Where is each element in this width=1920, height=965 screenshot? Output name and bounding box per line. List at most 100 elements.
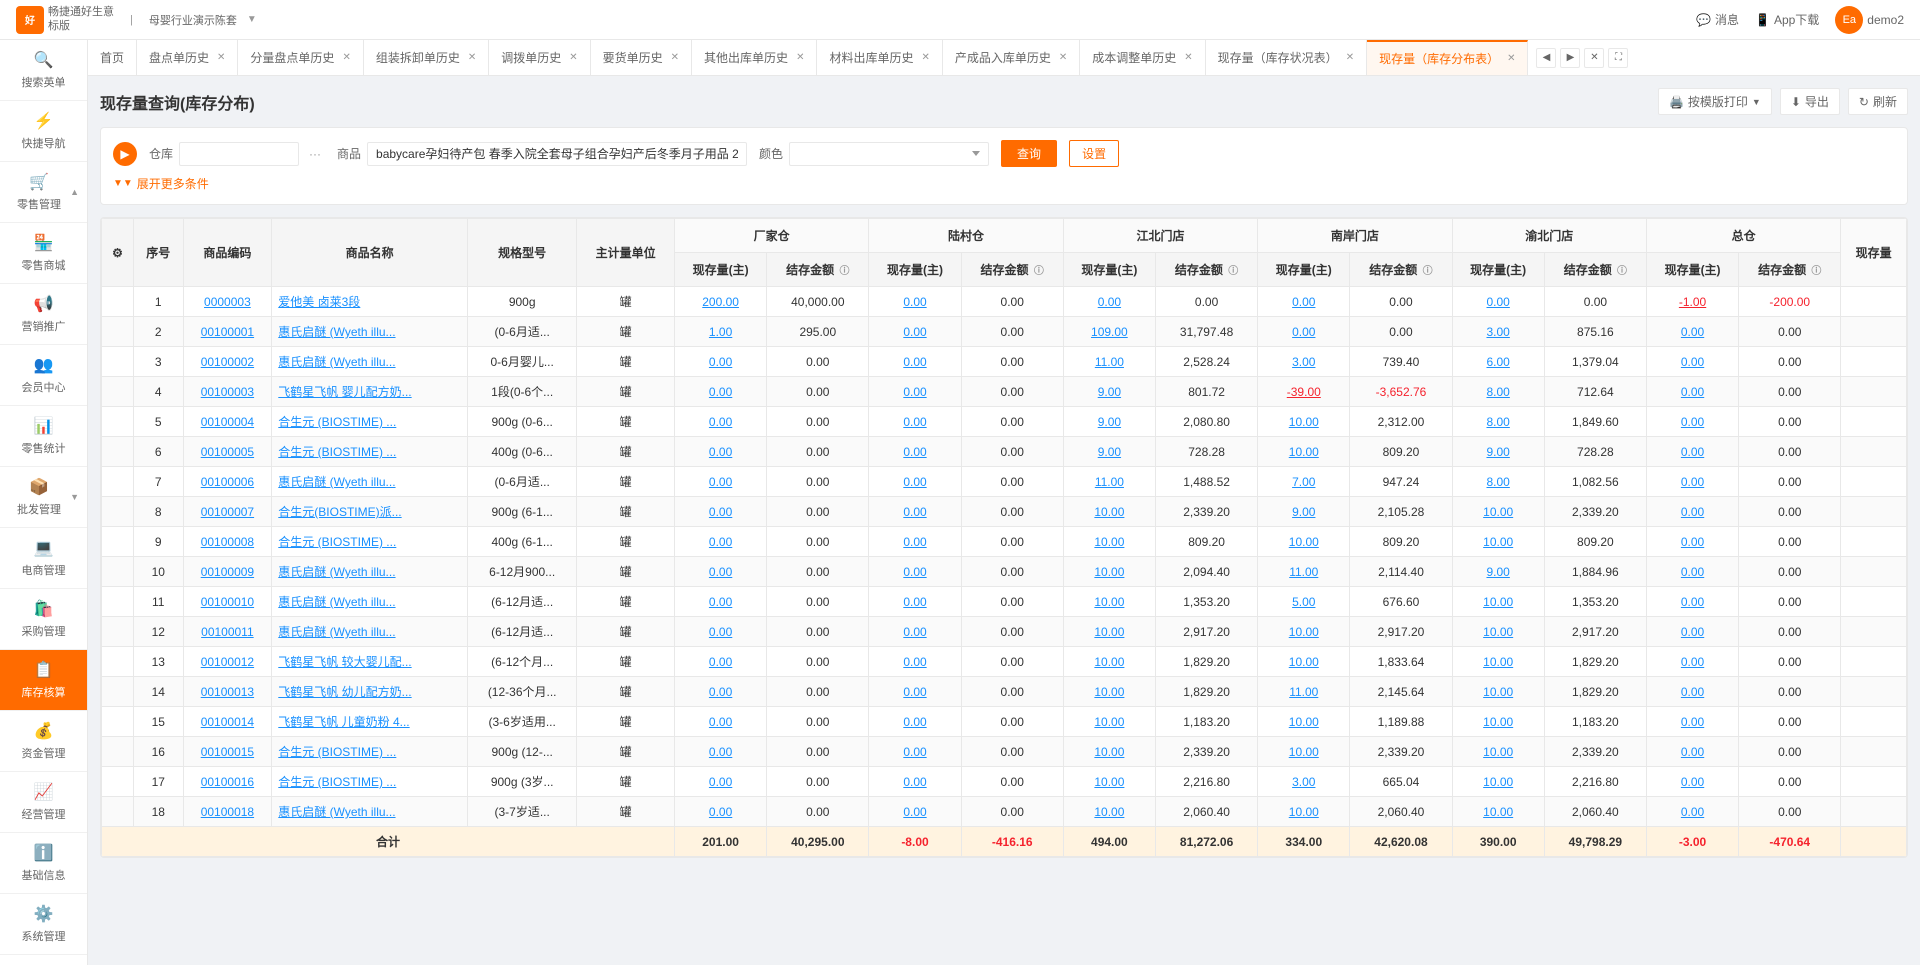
td-name[interactable]: 惠氏启醚 (Wyeth illu... bbox=[272, 347, 468, 377]
td-factory-qty[interactable]: 0.00 bbox=[674, 617, 766, 647]
td-total-qty[interactable]: 0.00 bbox=[1646, 617, 1738, 647]
td-name[interactable]: 合生元 (BIOSTIME) ... bbox=[272, 767, 468, 797]
td-factory-qty[interactable]: 0.00 bbox=[674, 527, 766, 557]
tab-fullscreen-btn[interactable]: ⛶ bbox=[1608, 48, 1628, 68]
td-name[interactable]: 合生元 (BIOSTIME) ... bbox=[272, 527, 468, 557]
td-name[interactable]: 合生元 (BIOSTIME) ... bbox=[272, 737, 468, 767]
td-code[interactable]: 0000003 bbox=[183, 287, 272, 317]
td-name[interactable]: 爱他美 卤莱3段 bbox=[272, 287, 468, 317]
td-code[interactable]: 00100009 bbox=[183, 557, 272, 587]
td-nanan-qty[interactable]: 10.00 bbox=[1258, 797, 1350, 827]
sidebar-item-search[interactable]: 🔍 搜索英单 bbox=[0, 40, 87, 101]
td-code[interactable]: 00100010 bbox=[183, 587, 272, 617]
th-settings[interactable]: ⚙ bbox=[102, 219, 134, 287]
td-lucun-qty[interactable]: 0.00 bbox=[869, 647, 961, 677]
expand-more-btn[interactable]: ▼▼ 展开更多条件 bbox=[113, 175, 1895, 192]
tab-close-material-out[interactable]: ✕ bbox=[921, 52, 929, 63]
info-factory-amt[interactable]: ⓘ bbox=[839, 266, 849, 277]
settings-icon[interactable]: ⚙ bbox=[112, 246, 123, 260]
td-total-qty[interactable]: 0.00 bbox=[1646, 557, 1738, 587]
td-total-qty[interactable]: 0.00 bbox=[1646, 497, 1738, 527]
td-lucun-qty[interactable]: 0.00 bbox=[869, 407, 961, 437]
tab-assembly[interactable]: 组装拆卸单历史 ✕ bbox=[364, 40, 489, 76]
td-nanan-qty[interactable]: 0.00 bbox=[1258, 317, 1350, 347]
print-btn[interactable]: 🖨️ 按模版打印 ▼ bbox=[1658, 88, 1772, 115]
td-jiangbei-qty[interactable]: 10.00 bbox=[1063, 647, 1155, 677]
td-lucun-qty[interactable]: 0.00 bbox=[869, 557, 961, 587]
td-jiangbei-qty[interactable]: 10.00 bbox=[1063, 527, 1155, 557]
td-factory-qty[interactable]: 0.00 bbox=[674, 797, 766, 827]
td-factory-qty[interactable]: 0.00 bbox=[674, 467, 766, 497]
warehouse-dots[interactable]: ··· bbox=[305, 147, 325, 161]
sidebar-item-member[interactable]: 👥 会员中心 bbox=[0, 345, 87, 406]
td-name[interactable]: 飞鹤星飞帆 较大婴儿配... bbox=[272, 647, 468, 677]
tab-close-stock-status[interactable]: ✕ bbox=[1346, 52, 1354, 63]
td-lucun-qty[interactable]: 0.00 bbox=[869, 437, 961, 467]
td-lucun-qty[interactable]: 0.00 bbox=[869, 527, 961, 557]
filter-toggle-btn[interactable]: ▶ bbox=[113, 142, 137, 166]
td-code[interactable]: 00100014 bbox=[183, 707, 272, 737]
tab-other-out[interactable]: 其他出库单历史 ✕ bbox=[692, 40, 817, 76]
td-lucun-qty[interactable]: 0.00 bbox=[869, 737, 961, 767]
product-input[interactable] bbox=[367, 142, 747, 166]
app-download-btn[interactable]: 📱 App下载 bbox=[1755, 11, 1819, 28]
refresh-btn[interactable]: ↻ 刷新 bbox=[1848, 88, 1908, 115]
td-name[interactable]: 惠氏启醚 (Wyeth illu... bbox=[272, 317, 468, 347]
sidebar-item-inventory[interactable]: 📋 库存核算 bbox=[0, 650, 87, 711]
td-yubei-qty[interactable]: 0.00 bbox=[1452, 287, 1544, 317]
td-yubei-qty[interactable]: 10.00 bbox=[1452, 707, 1544, 737]
td-yubei-qty[interactable]: 10.00 bbox=[1452, 497, 1544, 527]
td-nanan-qty[interactable]: 10.00 bbox=[1258, 737, 1350, 767]
td-total-qty[interactable]: 0.00 bbox=[1646, 437, 1738, 467]
sidebar-item-mall[interactable]: 🏪 零售商城 bbox=[0, 223, 87, 284]
td-name[interactable]: 惠氏启醚 (Wyeth illu... bbox=[272, 557, 468, 587]
sidebar-item-purchase[interactable]: 🛍️ 采购管理 bbox=[0, 589, 87, 650]
td-code[interactable]: 00100006 bbox=[183, 467, 272, 497]
td-total-qty[interactable]: 0.00 bbox=[1646, 737, 1738, 767]
td-lucun-qty[interactable]: 0.00 bbox=[869, 767, 961, 797]
td-total-qty[interactable]: 0.00 bbox=[1646, 797, 1738, 827]
td-factory-qty[interactable]: 0.00 bbox=[674, 437, 766, 467]
sidebar-item-retail[interactable]: 🛒 零售管理 ▲ bbox=[0, 162, 87, 223]
td-yubei-qty[interactable]: 9.00 bbox=[1452, 557, 1544, 587]
td-yubei-qty[interactable]: 10.00 bbox=[1452, 527, 1544, 557]
sidebar-item-collab[interactable]: 🤝 企业协同 bbox=[0, 955, 87, 965]
td-name[interactable]: 惠氏启醚 (Wyeth illu... bbox=[272, 467, 468, 497]
td-factory-qty[interactable]: 0.00 bbox=[674, 497, 766, 527]
td-code[interactable]: 00100016 bbox=[183, 767, 272, 797]
td-jiangbei-qty[interactable]: 11.00 bbox=[1063, 347, 1155, 377]
sidebar-item-retail-stat[interactable]: 📊 零售统计 bbox=[0, 406, 87, 467]
td-nanan-qty[interactable]: 11.00 bbox=[1258, 677, 1350, 707]
tab-close-order[interactable]: ✕ bbox=[671, 52, 679, 63]
td-lucun-qty[interactable]: 0.00 bbox=[869, 287, 961, 317]
td-yubei-qty[interactable]: 10.00 bbox=[1452, 797, 1544, 827]
td-code[interactable]: 00100007 bbox=[183, 497, 272, 527]
td-jiangbei-qty[interactable]: 0.00 bbox=[1063, 287, 1155, 317]
td-lucun-qty[interactable]: 0.00 bbox=[869, 377, 961, 407]
td-lucun-qty[interactable]: 0.00 bbox=[869, 617, 961, 647]
td-lucun-qty[interactable]: 0.00 bbox=[869, 587, 961, 617]
td-total-qty[interactable]: 0.00 bbox=[1646, 377, 1738, 407]
td-code[interactable]: 00100011 bbox=[183, 617, 272, 647]
td-lucun-qty[interactable]: 0.00 bbox=[869, 497, 961, 527]
td-factory-qty[interactable]: 0.00 bbox=[674, 737, 766, 767]
tab-close-cost-adjust[interactable]: ✕ bbox=[1184, 52, 1192, 63]
tab-cost-adjust[interactable]: 成本调整单历史 ✕ bbox=[1080, 40, 1205, 76]
color-select[interactable] bbox=[789, 142, 989, 166]
td-name[interactable]: 合生元 (BIOSTIME) ... bbox=[272, 407, 468, 437]
td-code[interactable]: 00100005 bbox=[183, 437, 272, 467]
td-name[interactable]: 惠氏启醚 (Wyeth illu... bbox=[272, 617, 468, 647]
tab-stocktake[interactable]: 盘点单历史 ✕ bbox=[137, 40, 238, 76]
td-yubei-qty[interactable]: 10.00 bbox=[1452, 737, 1544, 767]
info-total-amt[interactable]: ⓘ bbox=[1811, 266, 1821, 277]
setting-btn[interactable]: 设置 bbox=[1069, 140, 1119, 167]
td-code[interactable]: 00100002 bbox=[183, 347, 272, 377]
td-yubei-qty[interactable]: 10.00 bbox=[1452, 587, 1544, 617]
td-total-qty[interactable]: 0.00 bbox=[1646, 317, 1738, 347]
td-total-qty[interactable]: 0.00 bbox=[1646, 347, 1738, 377]
tab-close-assembly[interactable]: ✕ bbox=[468, 52, 476, 63]
td-nanan-qty[interactable]: 10.00 bbox=[1258, 647, 1350, 677]
td-nanan-qty[interactable]: 5.00 bbox=[1258, 587, 1350, 617]
td-jiangbei-qty[interactable]: 10.00 bbox=[1063, 617, 1155, 647]
warehouse-input[interactable] bbox=[179, 142, 299, 166]
